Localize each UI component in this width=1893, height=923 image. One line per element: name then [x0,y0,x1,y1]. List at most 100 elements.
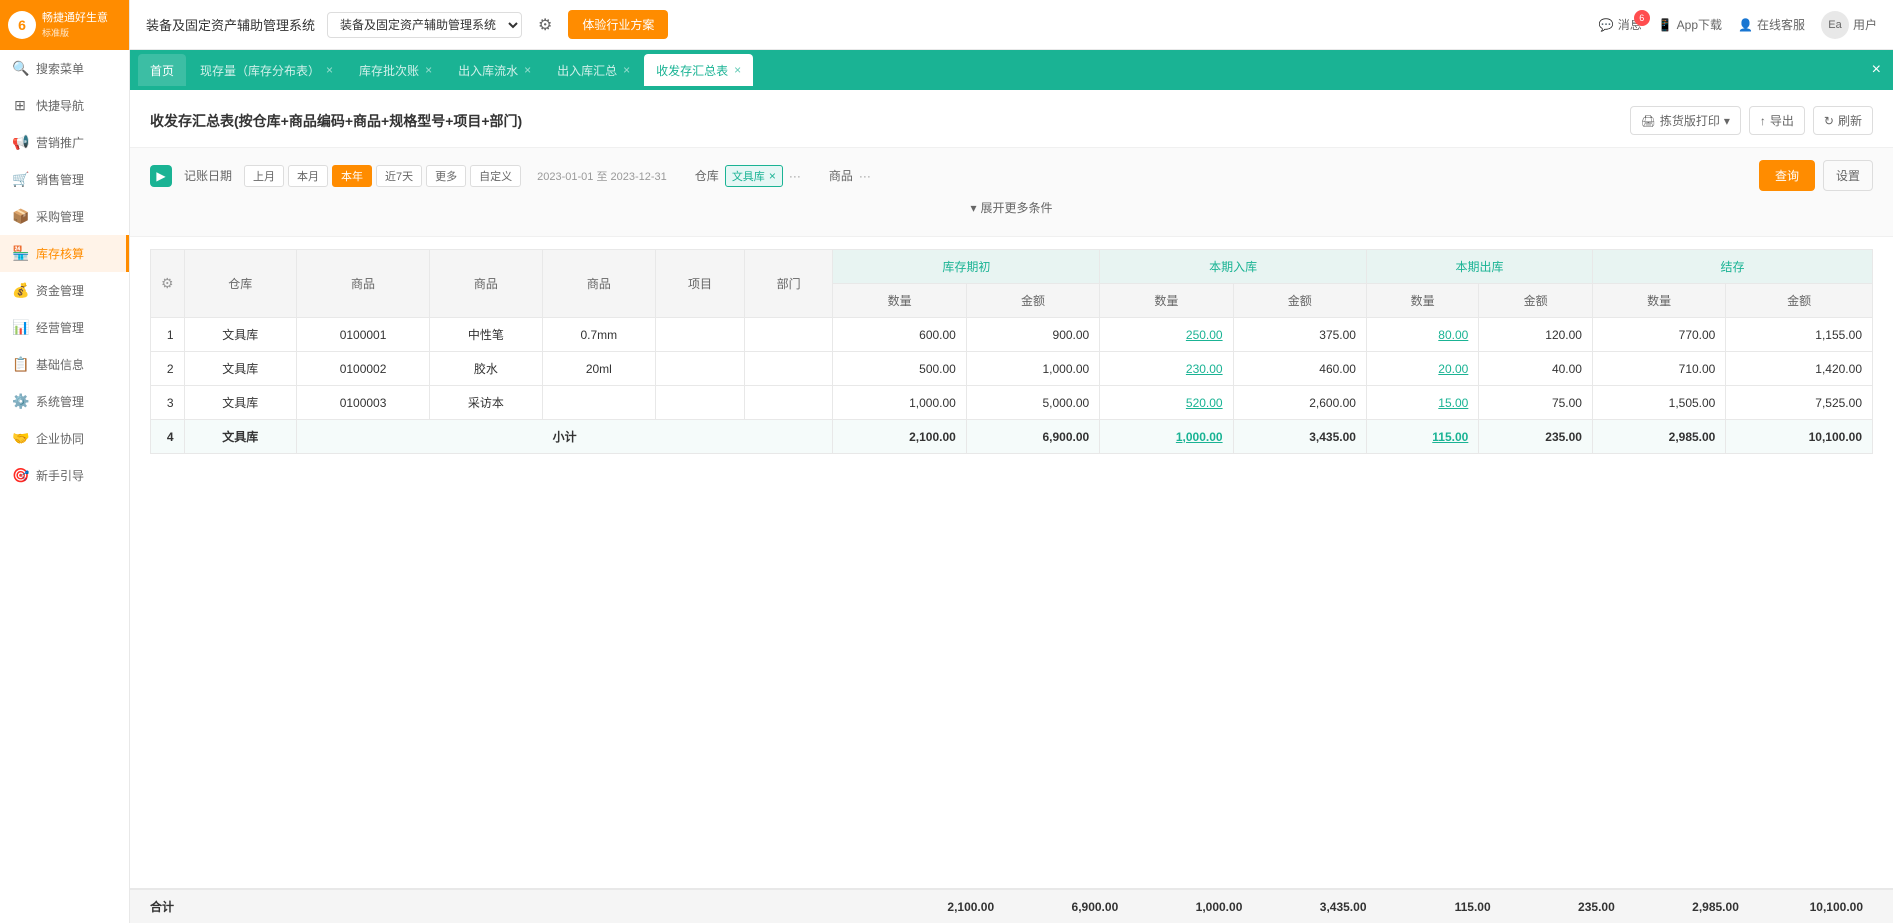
app-download-label: App下载 [1677,16,1722,33]
row-project [656,386,745,420]
col-group-in: 本期入库 [1100,250,1367,284]
sidebar-item-inventory[interactable]: 🏪 库存核算 [0,235,129,272]
row-out-amount: 120.00 [1479,318,1593,352]
subtotal-no: 4 [151,420,185,454]
tab-summary-in-out[interactable]: 出入库汇总 × [545,54,642,86]
col-out-qty: 数量 [1366,284,1478,318]
row-out-qty[interactable]: 20.00 [1366,352,1478,386]
goods-more[interactable]: ··· [859,169,871,183]
tab-home[interactable]: 首页 [138,54,186,86]
refresh-button[interactable]: ↻ 刷新 [1813,106,1873,135]
sidebar-item-operations[interactable]: 📊 经营管理 [0,309,129,346]
row-in-qty[interactable]: 520.00 [1100,386,1233,420]
filter-settings-button[interactable]: 设置 [1823,160,1873,191]
warehouse-tag-close[interactable]: × [769,169,776,183]
print-icon: 🖨 [1641,114,1656,128]
tab-close-icon[interactable]: × [524,63,531,77]
sales-icon: 🛒 [12,171,28,188]
row-no: 1 [151,318,185,352]
tabbar-close-button[interactable]: × [1868,57,1885,83]
tab-flow[interactable]: 出入库流水 × [446,54,543,86]
row-warehouse: 文具库 [184,318,296,352]
sidebar-item-guide[interactable]: 🎯 新手引导 [0,457,129,494]
online-service-item[interactable]: 👤 在线客服 [1738,16,1805,33]
warehouse-tag[interactable]: 文具库 × [725,165,783,187]
tab-close-icon[interactable]: × [623,63,630,77]
total-out-qty: 115.00 [1377,900,1501,914]
online-service-label: 在线客服 [1757,16,1805,33]
topbar-settings-button[interactable]: ⚙ [534,11,556,39]
query-button[interactable]: 查询 [1759,160,1815,191]
total-closing-qty: 2,985.00 [1625,900,1749,914]
tab-collect-summary[interactable]: 收发存汇总表 × [644,54,753,86]
filter-expand-button[interactable]: ▶ [150,165,172,187]
tab-batch[interactable]: 库存批次账 × [347,54,444,86]
row-opening-qty: 600.00 [833,318,966,352]
sidebar-item-system[interactable]: ⚙️ 系统管理 [0,383,129,420]
warehouse-more[interactable]: ··· [789,169,801,183]
date-btn-more[interactable]: 更多 [426,165,466,187]
row-goods-spec: 20ml [542,352,656,386]
date-btn-prev-month[interactable]: 上月 [244,165,284,187]
sidebar-item-label: 经营管理 [36,319,84,336]
total-closing-amount: 10,100.00 [1749,900,1873,914]
sidebar-item-quick-nav[interactable]: ⊞ 快捷导航 [0,87,129,124]
row-out-qty[interactable]: 15.00 [1366,386,1478,420]
sidebar-item-basic-info[interactable]: 📋 基础信息 [0,346,129,383]
filter-expand-row: ▾ 展开更多条件 [150,191,1873,224]
tab-inventory-dist[interactable]: 现存量（库存分布表） × [188,54,345,86]
sidebar-item-marketing[interactable]: 📢 营销推广 [0,124,129,161]
subtotal-in-amount: 3,435.00 [1233,420,1366,454]
user-avatar: Ea [1821,11,1849,39]
user-item[interactable]: Ea 用户 [1821,11,1877,39]
date-btn-this-month[interactable]: 本月 [288,165,328,187]
subtotal-out-amount: 235.00 [1479,420,1593,454]
date-btn-this-year[interactable]: 本年 [332,165,372,187]
date-btn-7days[interactable]: 近7天 [376,165,422,187]
row-in-qty[interactable]: 230.00 [1100,352,1233,386]
sidebar-item-search[interactable]: 🔍 搜索菜单 [0,50,129,87]
main-content: 装备及固定资产辅助管理系统 装备及固定资产辅助管理系统 ⚙ 体验行业方案 💬 消… [130,0,1893,923]
sidebar-item-label: 企业协同 [36,430,84,447]
refresh-icon: ↻ [1824,114,1834,128]
col-opening-amount: 金额 [966,284,1099,318]
filter-row: ▶ 记账日期 上月 本月 本年 近7天 更多 自定义 2023-01-01 至 … [150,160,1873,191]
row-goods-code: 0100002 [296,352,429,386]
row-opening-amount: 1,000.00 [966,352,1099,386]
col-in-qty: 数量 [1100,284,1233,318]
row-in-qty[interactable]: 250.00 [1100,318,1233,352]
print-button[interactable]: 🖨 拣货版打印 ▾ [1630,106,1741,135]
date-btn-custom[interactable]: 自定义 [470,165,521,187]
col-goods-code: 商品 [296,250,429,318]
sidebar-item-label: 销售管理 [36,171,84,188]
sidebar-item-sales[interactable]: 🛒 销售管理 [0,161,129,198]
subtotal-out-qty[interactable]: 115.00 [1366,420,1478,454]
tab-close-icon[interactable]: × [326,63,333,77]
row-in-amount: 2,600.00 [1233,386,1366,420]
row-department [744,318,833,352]
message-badge: 6 [1634,10,1650,26]
export-button[interactable]: ↑ 导出 [1749,106,1805,135]
date-range-display: 2023-01-01 至 2023-12-31 [537,168,667,184]
col-group-out: 本期出库 [1366,250,1592,284]
expand-more-button[interactable]: ▾ 展开更多条件 [970,199,1052,216]
column-settings-button[interactable]: ⚙ [161,275,174,292]
sidebar-item-finance[interactable]: 💰 资金管理 [0,272,129,309]
experience-button[interactable]: 体验行业方案 [568,10,668,39]
row-goods-code: 0100001 [296,318,429,352]
table-row: 2 文具库 0100002 胶水 20ml 500.00 1,000.00 23… [151,352,1873,386]
topbar-system-select[interactable]: 装备及固定资产辅助管理系统 [327,12,522,38]
app-download-item[interactable]: 📱 App下载 [1658,16,1722,33]
system-icon: ⚙️ [12,393,28,410]
subtotal-in-qty[interactable]: 1,000.00 [1100,420,1233,454]
sidebar-item-enterprise[interactable]: 🤝 企业协同 [0,420,129,457]
tab-close-icon[interactable]: × [734,63,741,77]
row-goods-name: 中性笔 [430,318,542,352]
tab-label: 出入库汇总 [557,62,617,79]
row-out-qty[interactable]: 80.00 [1366,318,1478,352]
row-project [656,318,745,352]
subtotal-warehouse: 文具库 [184,420,296,454]
tab-close-icon[interactable]: × [425,63,432,77]
message-item[interactable]: 💬 消息 6 [1599,16,1642,33]
sidebar-item-purchase[interactable]: 📦 采购管理 [0,198,129,235]
